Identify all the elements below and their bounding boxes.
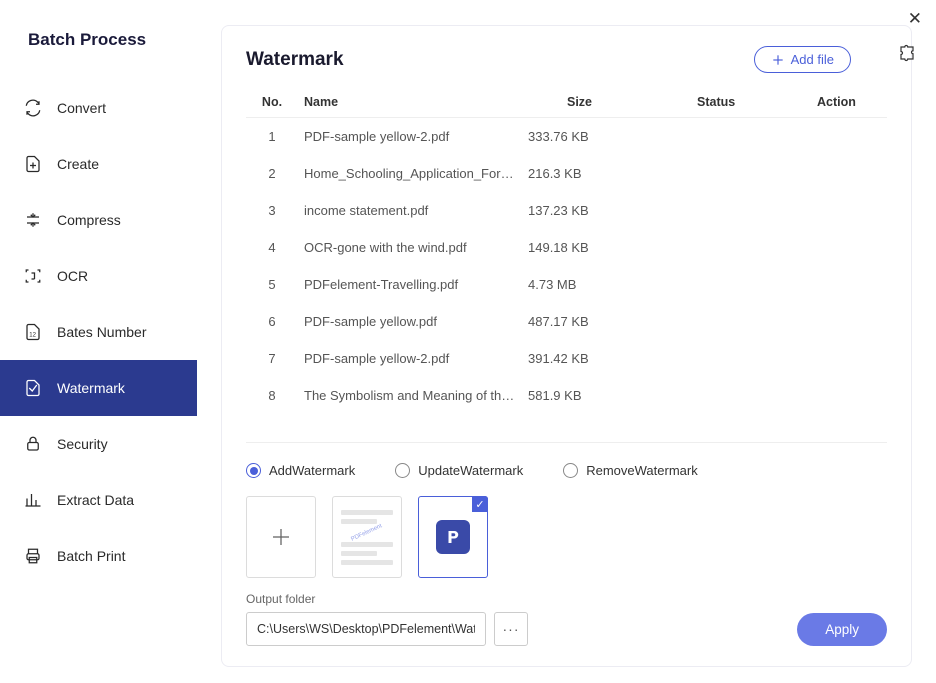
cell-name: PDF-sample yellow-2.pdf <box>298 351 528 366</box>
cell-size: 333.76 KB <box>528 129 658 144</box>
sidebar-item-label: Extract Data <box>57 492 134 508</box>
table-row[interactable]: 4OCR-gone with the wind.pdf149.18 KB <box>246 229 887 266</box>
cell-size: 149.18 KB <box>528 240 658 255</box>
col-header-no: No. <box>246 95 298 109</box>
table-row[interactable]: 6PDF-sample yellow.pdf487.17 KB <box>246 303 887 340</box>
create-icon <box>23 154 43 174</box>
cell-name: income statement.pdf <box>298 203 528 218</box>
close-button[interactable]: ✕ <box>908 10 922 27</box>
check-icon: ✓ <box>472 496 488 512</box>
cell-no: 5 <box>246 277 298 292</box>
radio-icon <box>563 463 578 478</box>
sidebar-item-compress[interactable]: Compress <box>0 192 197 248</box>
sidebar-item-label: Batch Print <box>57 548 125 564</box>
table-row[interactable]: 7PDF-sample yellow-2.pdf391.42 KB <box>246 340 887 377</box>
cell-no: 1 <box>246 129 298 144</box>
table-row[interactable]: 3income statement.pdf137.23 KB <box>246 192 887 229</box>
plugin-icon[interactable] <box>898 44 916 67</box>
app-title: Batch Process <box>0 0 197 80</box>
sidebar-item-label: Convert <box>57 100 106 116</box>
cell-name: OCR-gone with the wind.pdf <box>298 240 528 255</box>
cell-size: 391.42 KB <box>528 351 658 366</box>
sidebar-item-label: Bates Number <box>57 324 146 340</box>
panel: Watermark Add file No. Name Size Status … <box>221 25 912 667</box>
cell-no: 7 <box>246 351 298 366</box>
sidebar-item-watermark[interactable]: Watermark <box>0 360 197 416</box>
cell-name: PDFelement-Travelling.pdf <box>298 277 528 292</box>
watermark-preview-text: PDFelement <box>351 523 384 543</box>
watermark-icon <box>23 378 43 398</box>
cell-size: 4.73 MB <box>528 277 658 292</box>
table-body: 1PDF-sample yellow-2.pdf333.76 KB2Home_S… <box>246 118 887 434</box>
radio-icon <box>246 463 261 478</box>
convert-icon <box>23 98 43 118</box>
sidebar-item-label: Watermark <box>57 380 125 396</box>
cell-no: 6 <box>246 314 298 329</box>
sidebar-item-label: Compress <box>57 212 121 228</box>
radio-label: AddWatermark <box>269 463 355 478</box>
cell-no: 3 <box>246 203 298 218</box>
cell-name: The Symbolism and Meaning of the Col... <box>298 388 528 403</box>
apply-button[interactable]: Apply <box>797 613 887 646</box>
cell-size: 581.9 KB <box>528 388 658 403</box>
col-header-action: Action <box>817 95 887 109</box>
security-icon <box>23 434 43 454</box>
watermark-mode-radios: AddWatermark UpdateWatermark RemoveWater… <box>246 463 887 478</box>
sidebar-item-label: OCR <box>57 268 88 284</box>
add-file-button[interactable]: Add file <box>754 46 851 73</box>
col-header-status: Status <box>697 95 817 109</box>
col-header-size: Size <box>567 95 697 109</box>
divider <box>246 442 887 443</box>
watermark-tile-add[interactable] <box>246 496 316 578</box>
sidebar-item-extract[interactable]: Extract Data <box>0 472 197 528</box>
col-header-name: Name <box>298 95 567 109</box>
output-folder-input[interactable] <box>246 612 486 646</box>
output-folder-browse-button[interactable]: ··· <box>494 612 528 646</box>
page-title: Watermark <box>246 49 344 71</box>
radio-label: RemoveWatermark <box>586 463 697 478</box>
radio-icon <box>395 463 410 478</box>
table-row[interactable]: 5PDFelement-Travelling.pdf4.73 MB <box>246 266 887 303</box>
cell-size: 137.23 KB <box>528 203 658 218</box>
cell-size: 216.3 KB <box>528 166 658 181</box>
table-row[interactable]: 8The Symbolism and Meaning of the Col...… <box>246 377 887 414</box>
svg-text:12: 12 <box>29 333 36 339</box>
radio-remove-watermark[interactable]: RemoveWatermark <box>563 463 697 478</box>
print-icon <box>23 546 43 566</box>
sidebar-item-security[interactable]: Security <box>0 416 197 472</box>
compress-icon <box>23 210 43 230</box>
radio-update-watermark[interactable]: UpdateWatermark <box>395 463 523 478</box>
bates-icon: 12 <box>23 322 43 342</box>
cell-name: PDF-sample yellow-2.pdf <box>298 129 528 144</box>
sidebar-item-bates[interactable]: 12 Bates Number <box>0 304 197 360</box>
extract-icon <box>23 490 43 510</box>
cell-size: 487.17 KB <box>528 314 658 329</box>
sidebar-item-convert[interactable]: Convert <box>0 80 197 136</box>
pdfelement-logo-icon <box>436 520 470 554</box>
watermark-tiles: PDFelement ✓ <box>246 496 887 578</box>
output-folder-label: Output folder <box>246 592 887 606</box>
table-row[interactable]: 2Home_Schooling_Application_Form.pdf216.… <box>246 155 887 192</box>
sidebar-item-label: Security <box>57 436 108 452</box>
sidebar: Batch Process Convert Crea <box>0 0 197 683</box>
sidebar-item-label: Create <box>57 156 99 172</box>
watermark-tile-logo[interactable]: ✓ <box>418 496 488 578</box>
add-file-label: Add file <box>791 52 834 67</box>
cell-name: PDF-sample yellow.pdf <box>298 314 528 329</box>
sidebar-item-print[interactable]: Batch Print <box>0 528 197 584</box>
ocr-icon <box>23 266 43 286</box>
radio-label: UpdateWatermark <box>418 463 523 478</box>
cell-no: 8 <box>246 388 298 403</box>
cell-no: 2 <box>246 166 298 181</box>
watermark-tile-text[interactable]: PDFelement <box>332 496 402 578</box>
table-row[interactable]: 1PDF-sample yellow-2.pdf333.76 KB <box>246 118 887 155</box>
main-area: Watermark Add file No. Name Size Status … <box>197 0 936 683</box>
radio-add-watermark[interactable]: AddWatermark <box>246 463 355 478</box>
table-header: No. Name Size Status Action <box>246 87 887 118</box>
sidebar-item-ocr[interactable]: OCR <box>0 248 197 304</box>
sidebar-item-create[interactable]: Create <box>0 136 197 192</box>
cell-name: Home_Schooling_Application_Form.pdf <box>298 166 528 181</box>
cell-no: 4 <box>246 240 298 255</box>
